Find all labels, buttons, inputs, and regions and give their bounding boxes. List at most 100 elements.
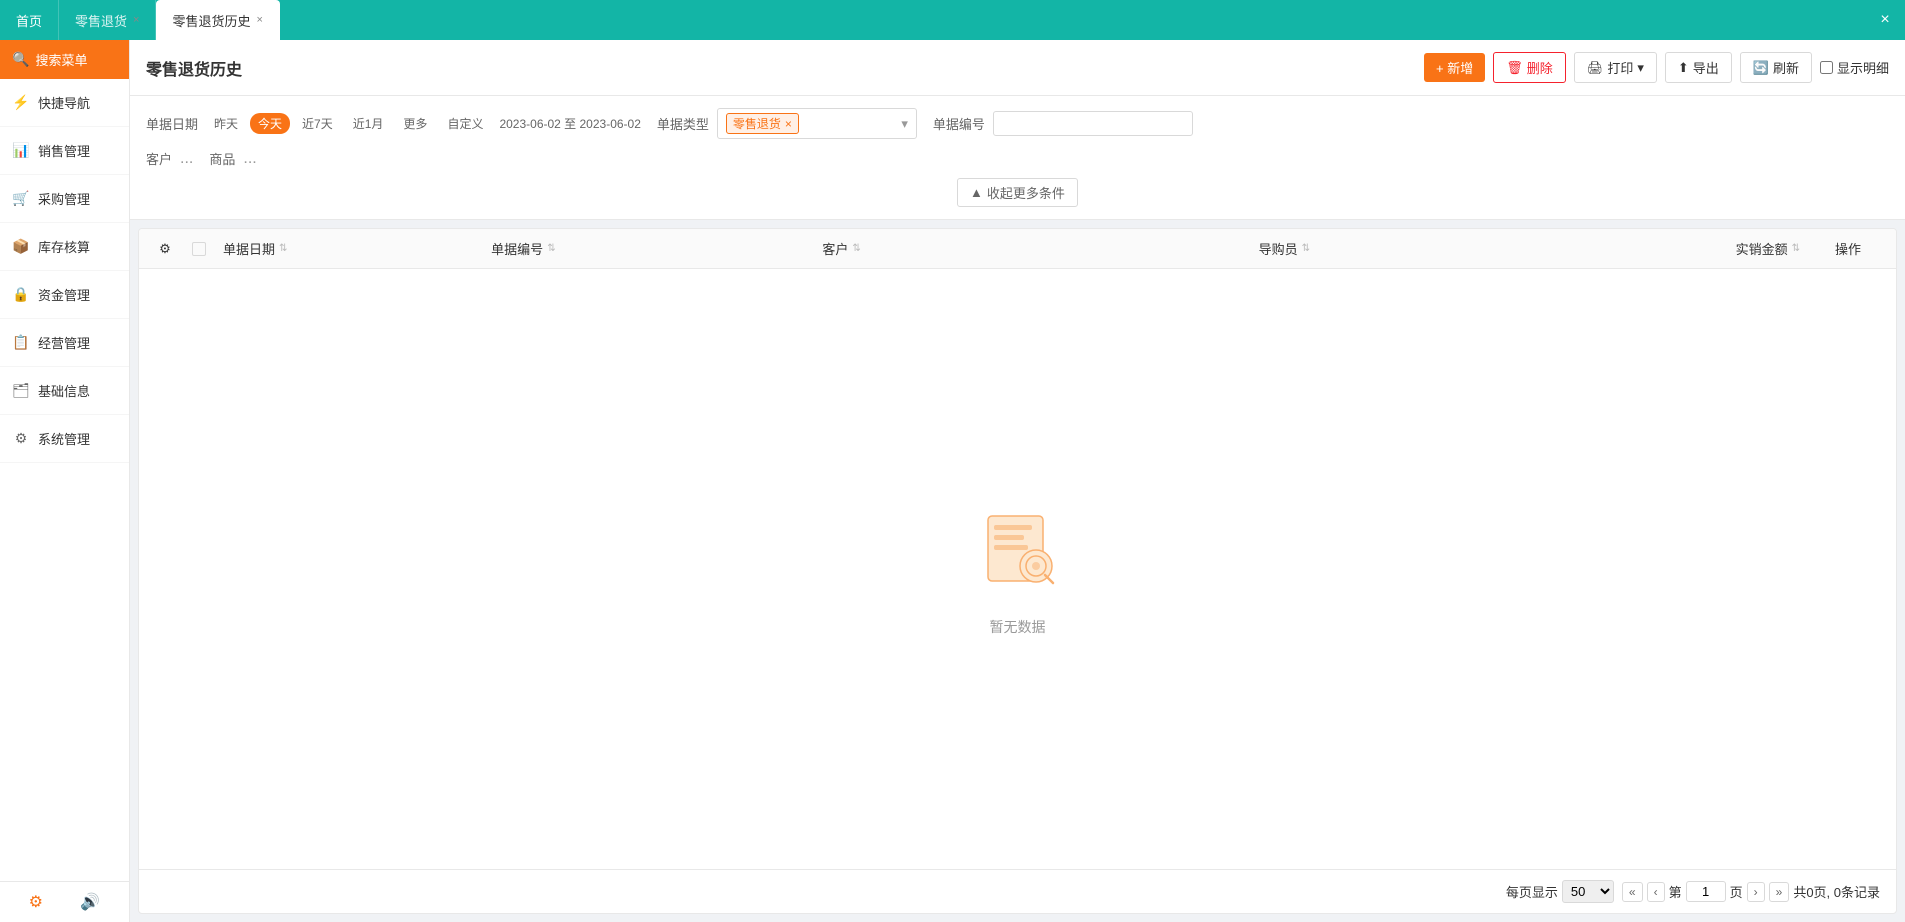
bill-type-filter: 单据类型 零售退货 × ▾ bbox=[657, 108, 917, 139]
date-btn-yesterday[interactable]: 昨天 bbox=[206, 113, 246, 134]
sidebar-item-system-mgmt[interactable]: ⚙ 系统管理 bbox=[0, 415, 129, 463]
th-guide[interactable]: 导购员 ⇅ bbox=[1251, 239, 1582, 258]
window-close-button[interactable]: × bbox=[1865, 11, 1905, 29]
page-nav: « ‹ 第 页 › » 共0页, 0条记录 bbox=[1622, 881, 1880, 902]
th-settings[interactable]: ⚙ bbox=[147, 241, 183, 257]
bill-type-tag-label: 零售退货 bbox=[733, 115, 781, 132]
bill-no-label: 单据编号 bbox=[933, 114, 985, 133]
refresh-icon: 🔄 bbox=[1753, 60, 1769, 76]
search-icon: 🔍 bbox=[12, 51, 29, 68]
inventory-icon: 📦 bbox=[12, 238, 30, 256]
purchase-icon: 🛒 bbox=[12, 190, 30, 208]
export-label: 导出 bbox=[1693, 58, 1719, 77]
bill-no-input[interactable] bbox=[993, 111, 1193, 136]
sound-icon[interactable]: 🔊 bbox=[80, 892, 100, 912]
goods-input[interactable]: ... bbox=[243, 150, 256, 168]
delete-button[interactable]: 🗑 删除 bbox=[1493, 52, 1566, 83]
table-area: ⚙ 单据日期 ⇅ 单据编号 ⇅ 客户 ⇅ 导购员 bbox=[138, 228, 1897, 914]
sidebar-label-purchase: 采购管理 bbox=[38, 189, 90, 208]
top-bar: 首页 零售退货 × 零售退货历史 × × bbox=[0, 0, 1905, 40]
display-detail-toggle[interactable]: 显示明细 bbox=[1820, 58, 1889, 77]
customer-label: 客户 bbox=[146, 149, 172, 168]
date-btn-more[interactable]: 更多 bbox=[395, 113, 435, 134]
page-first-button[interactable]: « bbox=[1622, 882, 1643, 902]
tab-home[interactable]: 首页 bbox=[0, 0, 59, 40]
tab-return-label: 零售退货 bbox=[75, 11, 127, 30]
sidebar-item-purchase-mgmt[interactable]: 🛒 采购管理 bbox=[0, 175, 129, 223]
sidebar-label-finance: 资金管理 bbox=[38, 285, 90, 304]
empty-text: 暂无数据 bbox=[990, 617, 1046, 637]
bill-type-tag: 零售退货 × bbox=[726, 113, 799, 134]
tab-return-history-close[interactable]: × bbox=[256, 14, 262, 26]
sidebar-item-sales-mgmt[interactable]: 📊 销售管理 bbox=[0, 127, 129, 175]
date-btn-7days[interactable]: 近7天 bbox=[294, 113, 341, 134]
print-button[interactable]: 🖨 打印 ▾ bbox=[1574, 52, 1657, 83]
settings-icon: ⚙ bbox=[159, 241, 171, 257]
page-title: 零售退货历史 bbox=[146, 56, 242, 80]
date-btn-1month[interactable]: 近1月 bbox=[345, 113, 392, 134]
filter-row-1: 单据日期 昨天 今天 近7天 近1月 更多 自定义 2023-06-02 至 2… bbox=[146, 108, 1889, 139]
th-date-label: 单据日期 bbox=[223, 239, 275, 258]
tab-return-close[interactable]: × bbox=[133, 14, 139, 26]
sidebar-item-operations[interactable]: 📋 经营管理 bbox=[0, 319, 129, 367]
date-btn-custom[interactable]: 自定义 bbox=[439, 113, 491, 134]
th-amount[interactable]: 实销金额 ⇅ bbox=[1582, 239, 1808, 258]
sidebar-item-finance[interactable]: 🔒 资金管理 bbox=[0, 271, 129, 319]
search-menu-button[interactable]: 🔍 搜索菜单 bbox=[0, 40, 129, 79]
filter-area: 单据日期 昨天 今天 近7天 近1月 更多 自定义 2023-06-02 至 2… bbox=[130, 96, 1905, 220]
date-options: 昨天 今天 近7天 近1月 更多 自定义 bbox=[206, 113, 491, 134]
th-amount-sort-icon: ⇅ bbox=[1792, 243, 1800, 254]
print-dropdown-icon: ▾ bbox=[1637, 60, 1644, 76]
export-button[interactable]: ⬆ 导出 bbox=[1665, 52, 1732, 83]
new-button[interactable]: + 新增 bbox=[1424, 53, 1485, 82]
bill-type-select[interactable]: 零售退货 × ▾ bbox=[717, 108, 917, 139]
date-filter: 单据日期 昨天 今天 近7天 近1月 更多 自定义 2023-06-02 至 2… bbox=[146, 113, 641, 134]
sidebar-label-sales: 销售管理 bbox=[38, 141, 90, 160]
sidebar-bottom: ⚙ 🔊 bbox=[0, 881, 129, 922]
th-check[interactable] bbox=[183, 242, 215, 256]
header-actions: + 新增 🗑 删除 🖨 打印 ▾ ⬆ 导出 🔄 刷新 bbox=[1424, 52, 1889, 83]
page-prev-button[interactable]: ‹ bbox=[1647, 882, 1665, 902]
sidebar-item-inventory[interactable]: 📦 库存核算 bbox=[0, 223, 129, 271]
print-icon: 🖨 bbox=[1587, 60, 1604, 76]
th-date[interactable]: 单据日期 ⇅ bbox=[215, 239, 483, 258]
date-range-display: 2023-06-02 至 2023-06-02 bbox=[499, 115, 640, 132]
empty-illustration bbox=[968, 501, 1068, 601]
th-date-sort-icon: ⇅ bbox=[279, 243, 287, 254]
bill-type-tag-remove[interactable]: × bbox=[785, 117, 792, 131]
base-info-icon: 🗂 bbox=[12, 382, 30, 400]
th-customer[interactable]: 客户 ⇅ bbox=[814, 239, 1250, 258]
tab-return-history[interactable]: 零售退货历史 × bbox=[156, 0, 279, 40]
th-bill-no-label: 单据编号 bbox=[491, 239, 543, 258]
page-size-selector: 每页显示 50 100 200 bbox=[1506, 880, 1614, 903]
sidebar-label-base-info: 基础信息 bbox=[38, 381, 90, 400]
operations-icon: 📋 bbox=[12, 334, 30, 352]
th-bill-no-sort-icon: ⇅ bbox=[547, 243, 555, 254]
display-detail-checkbox[interactable] bbox=[1820, 61, 1833, 74]
bill-no-filter: 单据编号 bbox=[933, 111, 1193, 136]
tab-return[interactable]: 零售退货 × bbox=[59, 0, 156, 40]
page-next-button[interactable]: › bbox=[1747, 882, 1765, 902]
collapse-button[interactable]: ▲ 收起更多条件 bbox=[957, 178, 1078, 207]
customer-input[interactable]: ... bbox=[180, 150, 193, 168]
sales-icon: 📊 bbox=[12, 142, 30, 160]
refresh-label: 刷新 bbox=[1773, 58, 1799, 77]
collapse-label: 收起更多条件 bbox=[987, 183, 1065, 202]
th-guide-sort-icon: ⇅ bbox=[1302, 243, 1310, 254]
table-header: ⚙ 单据日期 ⇅ 单据编号 ⇅ 客户 ⇅ 导购员 bbox=[139, 229, 1896, 269]
date-btn-today[interactable]: 今天 bbox=[250, 113, 290, 134]
tab-home-label: 首页 bbox=[16, 11, 42, 30]
select-all-checkbox[interactable] bbox=[192, 242, 206, 256]
th-bill-no[interactable]: 单据编号 ⇅ bbox=[483, 239, 814, 258]
system-icon: ⚙ bbox=[12, 430, 30, 448]
refresh-button[interactable]: 🔄 刷新 bbox=[1740, 52, 1812, 83]
page-last-button[interactable]: » bbox=[1769, 882, 1790, 902]
th-guide-label: 导购员 bbox=[1259, 239, 1298, 258]
th-customer-sort-icon: ⇅ bbox=[852, 243, 860, 254]
sidebar-item-base-info[interactable]: 🗂 基础信息 bbox=[0, 367, 129, 415]
sidebar-item-quick-nav[interactable]: ⚡ 快捷导航 bbox=[0, 79, 129, 127]
page-size-dropdown[interactable]: 50 100 200 bbox=[1562, 880, 1614, 903]
settings-bottom-icon[interactable]: ⚙ bbox=[29, 892, 43, 912]
sidebar-label-quick-nav: 快捷导航 bbox=[38, 93, 90, 112]
page-input[interactable] bbox=[1686, 881, 1726, 902]
